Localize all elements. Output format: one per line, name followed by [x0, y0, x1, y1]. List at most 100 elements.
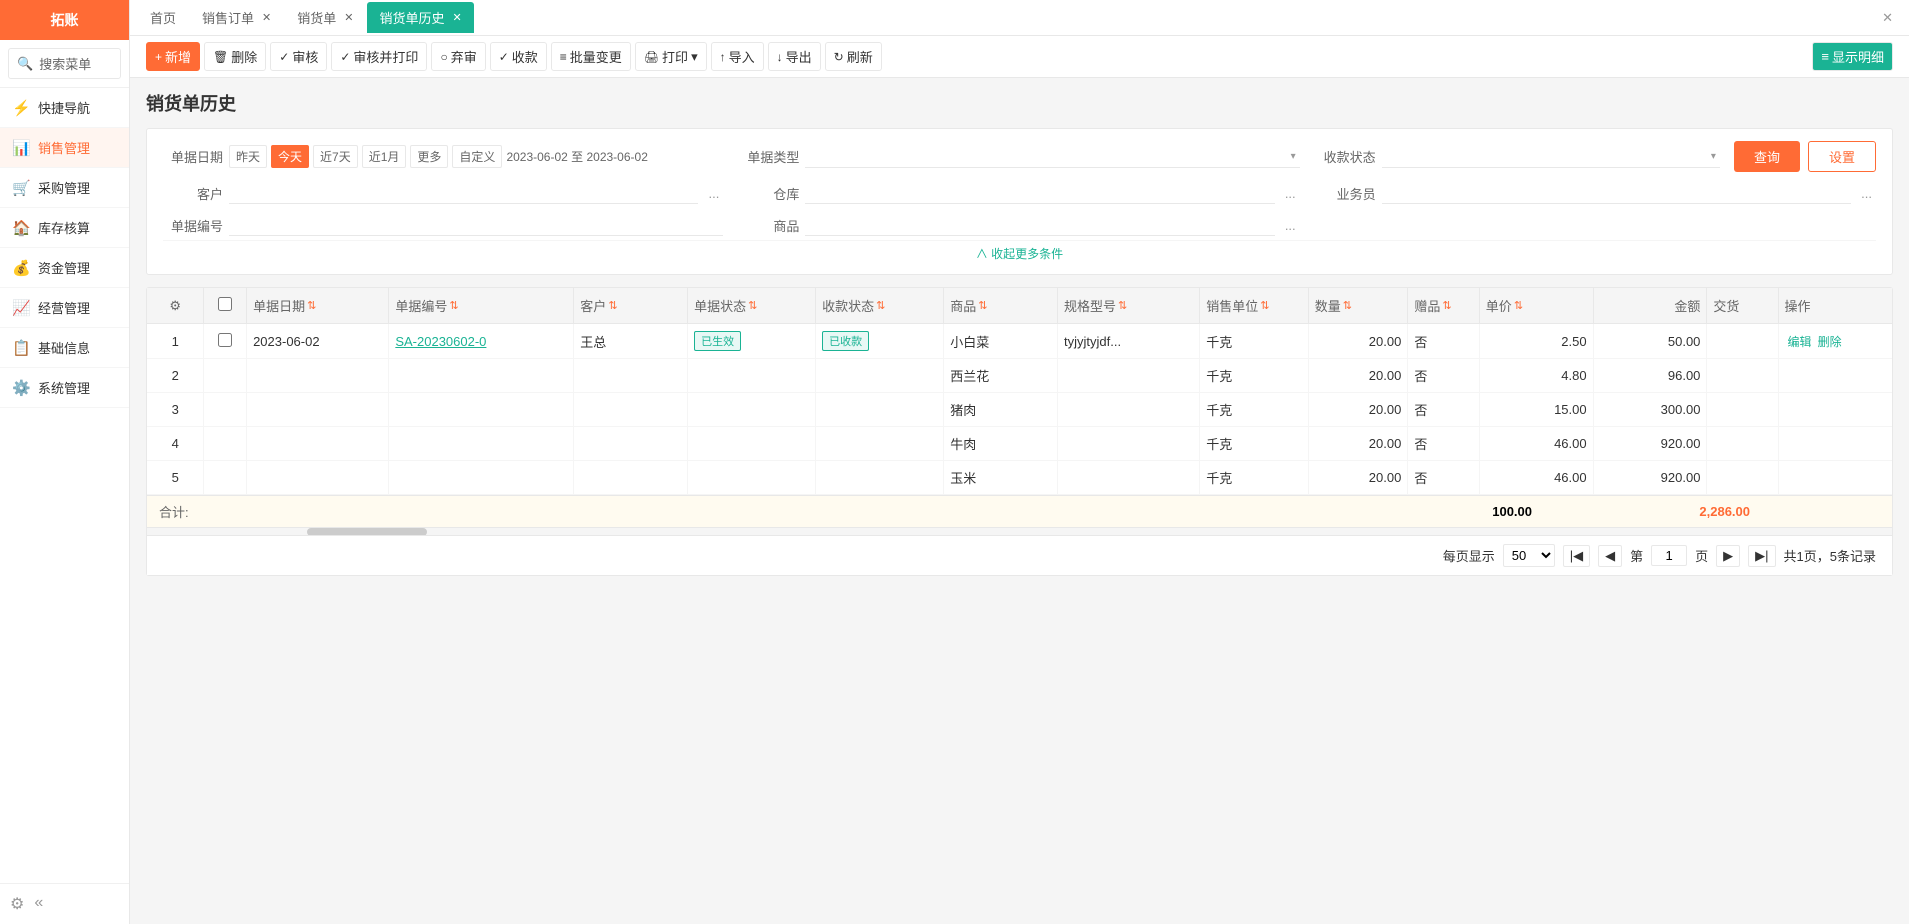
page-next-button[interactable]: ▶ — [1716, 545, 1740, 567]
th-code[interactable]: 单据编号 ⇅ — [389, 288, 574, 324]
sidebar-item-sales-mgmt[interactable]: 📊 销售管理 — [0, 128, 129, 168]
page-prev-button[interactable]: ◀ — [1598, 545, 1622, 567]
audit-print-button[interactable]: ✓ 审核并打印 — [331, 42, 427, 71]
salesperson-picker-icon[interactable]: ... — [1857, 186, 1876, 201]
page-first-button[interactable]: |◀ — [1563, 545, 1590, 567]
date-quick-more[interactable]: 更多 — [410, 145, 448, 168]
set-button[interactable]: 设置 — [1808, 141, 1876, 172]
date-quick-1month[interactable]: 近1月 — [362, 145, 407, 168]
row-ops[interactable] — [1778, 427, 1892, 461]
filter-collapse-button[interactable]: ∧ 收起更多条件 — [163, 240, 1876, 262]
page-last-button[interactable]: ▶| — [1748, 545, 1775, 567]
th-gift-label: 赠品 — [1414, 296, 1440, 315]
import-button[interactable]: ↑ 导入 — [711, 42, 764, 71]
th-date[interactable]: 单据日期 ⇅ — [247, 288, 389, 324]
th-customer[interactable]: 客户 ⇅ — [574, 288, 688, 324]
row-code[interactable]: SA-20230602-0 — [389, 324, 574, 359]
th-goods[interactable]: 商品 ⇅ — [944, 288, 1058, 324]
sidebar-item-purchase-mgmt[interactable]: 🛒 采购管理 — [0, 168, 129, 208]
per-page-select[interactable]: 50 100 200 — [1503, 544, 1555, 567]
row-gift: 否 — [1408, 324, 1479, 359]
row-unit: 千克 — [1200, 427, 1308, 461]
row-code[interactable] — [389, 427, 574, 461]
row-check-cell[interactable] — [204, 393, 247, 427]
row-doc-status — [688, 393, 816, 427]
customer-input[interactable] — [229, 182, 698, 204]
tab-sales-order-close[interactable]: ✕ — [262, 11, 271, 24]
th-spec[interactable]: 规格型号 ⇅ — [1058, 288, 1200, 324]
row-ops[interactable] — [1778, 393, 1892, 427]
delete-op-link[interactable]: 删除 — [1818, 335, 1842, 349]
row-code[interactable] — [389, 393, 574, 427]
abandon-button[interactable]: ○ 弃审 — [431, 42, 485, 71]
th-check[interactable] — [204, 288, 247, 324]
row-code[interactable] — [389, 359, 574, 393]
edit-op-link[interactable]: 编辑 — [1788, 335, 1812, 349]
row-check-cell[interactable] — [204, 461, 247, 495]
batch-change-button[interactable]: ≡ 批量变更 — [551, 42, 631, 71]
export-button[interactable]: ↓ 导出 — [768, 42, 821, 71]
row-ops[interactable] — [1778, 359, 1892, 393]
date-quick-7days[interactable]: 近7天 — [313, 145, 358, 168]
tab-home-label: 首页 — [150, 8, 176, 27]
th-doc-status[interactable]: 单据状态 ⇅ — [688, 288, 816, 324]
sidebar-item-inventory[interactable]: 🏠 库存核算 — [0, 208, 129, 248]
row-check-cell[interactable] — [204, 427, 247, 461]
warehouse-picker-icon[interactable]: ... — [1281, 186, 1300, 201]
row-check-cell[interactable] — [204, 324, 247, 359]
th-qty[interactable]: 数量 ⇅ — [1308, 288, 1408, 324]
sidebar-item-basic-info[interactable]: 📋 基础信息 — [0, 328, 129, 368]
paystatus-select[interactable] — [1382, 146, 1720, 168]
th-settings[interactable]: ⚙ — [147, 288, 204, 324]
search-menu-button[interactable]: 🔍 搜索菜单 — [8, 48, 121, 79]
sidebar-settings-icon[interactable]: ⚙ — [10, 894, 24, 914]
audit-button[interactable]: ✓ 审核 — [270, 42, 327, 71]
print-button[interactable]: 🖨 打印 ▾ — [635, 42, 707, 71]
refresh-button[interactable]: ↻ 刷新 — [825, 42, 882, 71]
th-price[interactable]: 单价 ⇅ — [1479, 288, 1593, 324]
horizontal-scroll-area[interactable] — [147, 527, 1892, 535]
date-quick-today[interactable]: 今天 — [271, 145, 309, 168]
goods-picker-icon[interactable]: ... — [1281, 218, 1300, 233]
date-quick-custom[interactable]: 自定义 — [452, 145, 502, 168]
doc-code-link[interactable]: SA-20230602-0 — [395, 334, 486, 349]
page-number-input[interactable]: 1 — [1651, 545, 1687, 566]
th-pay-status[interactable]: 收款状态 ⇅ — [816, 288, 944, 324]
tab-sales-goods-close[interactable]: ✕ — [344, 11, 353, 24]
th-unit[interactable]: 销售单位 ⇅ — [1200, 288, 1308, 324]
row-checkbox[interactable] — [218, 333, 232, 347]
column-settings-icon[interactable]: ⚙ — [169, 298, 181, 313]
window-close-button[interactable]: ✕ — [1874, 6, 1901, 30]
warehouse-filter-label: 仓库 — [739, 184, 799, 203]
sidebar-item-operations[interactable]: 📈 经营管理 — [0, 288, 129, 328]
tab-home[interactable]: 首页 — [138, 2, 188, 33]
customer-picker-icon[interactable]: ... — [704, 186, 723, 201]
doctype-select[interactable] — [805, 146, 1299, 168]
sidebar-item-quick-nav[interactable]: ⚡ 快捷导航 — [0, 88, 129, 128]
tab-sales-goods[interactable]: 销货单 ✕ — [285, 2, 365, 33]
goods-input[interactable] — [805, 214, 1274, 236]
new-label: 新增 — [165, 47, 191, 66]
date-quick-yesterday[interactable]: 昨天 — [229, 145, 267, 168]
collect-button[interactable]: ✓ 收款 — [490, 42, 547, 71]
row-code[interactable] — [389, 461, 574, 495]
tab-sales-history-close[interactable]: ✕ — [453, 11, 462, 24]
display-detail-button[interactable]: ≡ 显示明细 — [1812, 42, 1893, 71]
select-all-checkbox[interactable] — [218, 297, 232, 311]
delete-button[interactable]: 🗑 删除 — [204, 42, 266, 71]
new-button[interactable]: + 新增 — [146, 42, 200, 71]
sidebar-item-finance[interactable]: 💰 资金管理 — [0, 248, 129, 288]
row-ops[interactable] — [1778, 461, 1892, 495]
sidebar-collapse-icon[interactable]: « — [34, 894, 43, 914]
query-button[interactable]: 查询 — [1734, 141, 1800, 172]
tab-sales-order[interactable]: 销售订单 ✕ — [190, 2, 283, 33]
sidebar-item-system[interactable]: ⚙️ 系统管理 — [0, 368, 129, 408]
row-check-cell[interactable] — [204, 359, 247, 393]
warehouse-input[interactable] — [805, 182, 1274, 204]
export-icon: ↓ — [777, 50, 783, 64]
row-ops[interactable]: 编辑删除 — [1778, 324, 1892, 359]
th-gift[interactable]: 赠品 ⇅ — [1408, 288, 1479, 324]
tab-sales-history[interactable]: 销货单历史 ✕ — [367, 2, 473, 33]
docno-input[interactable] — [229, 214, 723, 236]
salesperson-input[interactable] — [1382, 182, 1851, 204]
